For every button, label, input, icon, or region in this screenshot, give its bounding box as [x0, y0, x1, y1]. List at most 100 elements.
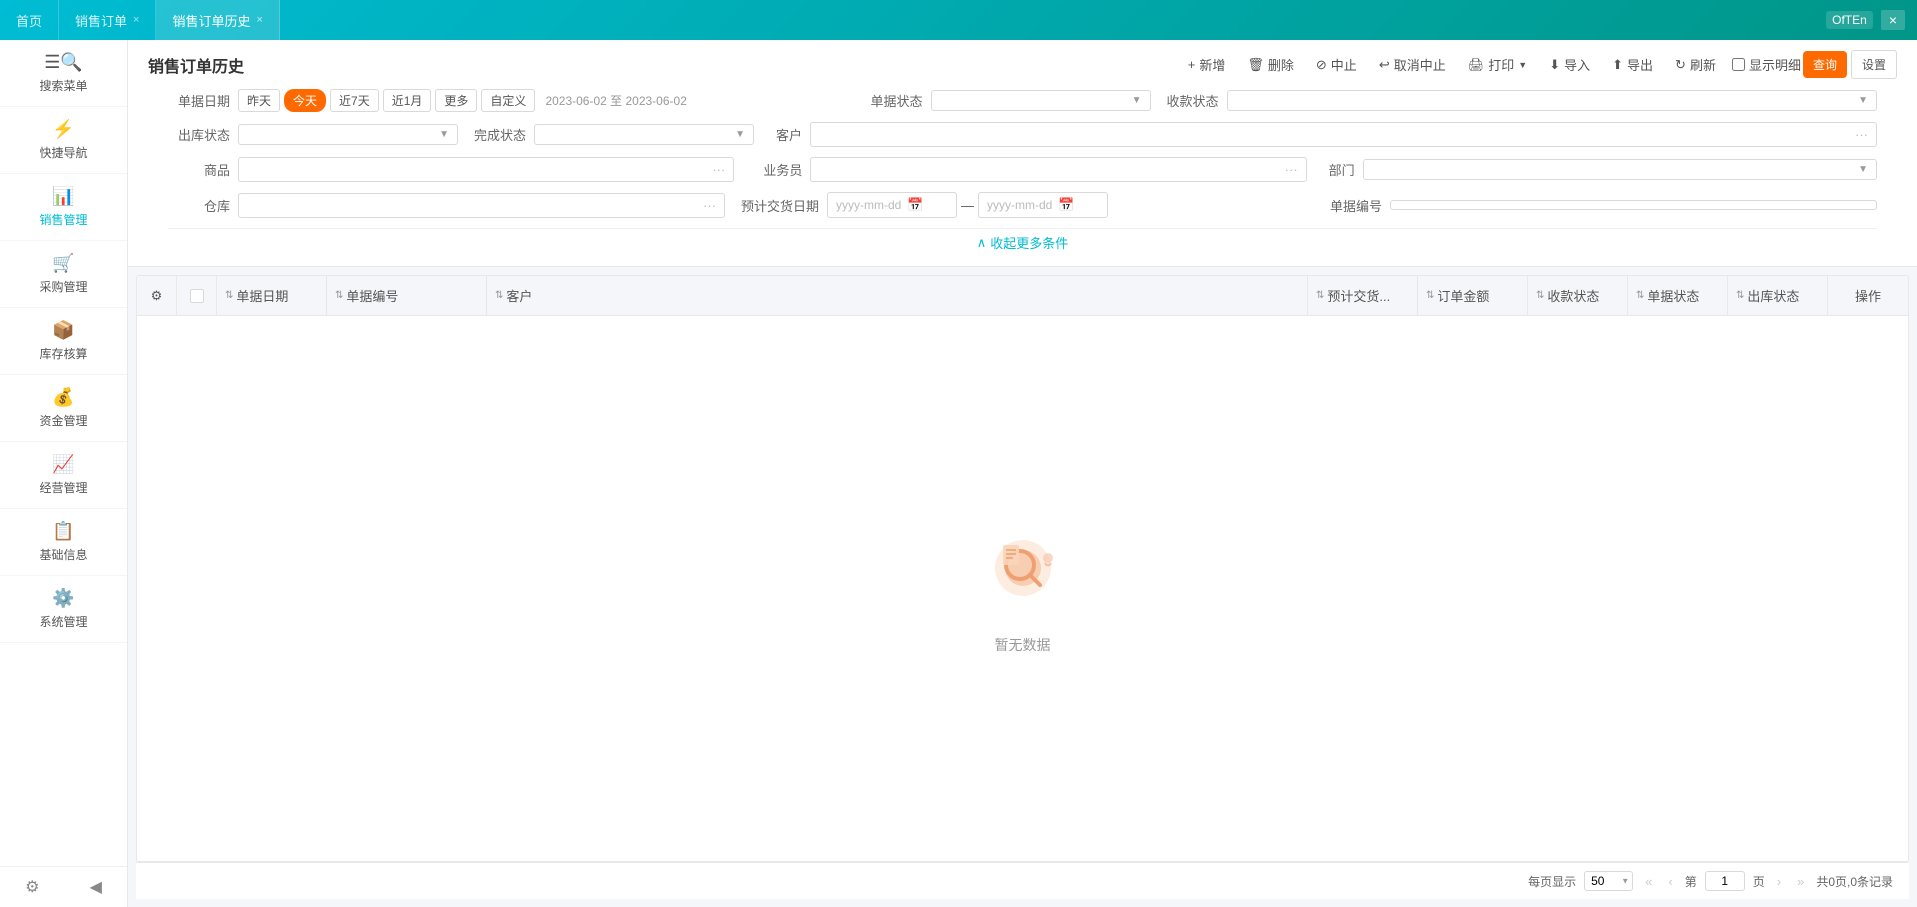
cancel-stop-button[interactable]: ↩ 取消中止	[1369, 50, 1456, 79]
th-num-label: 单据编号	[346, 286, 398, 305]
th-amount-sort-icon: ⇅	[1426, 290, 1434, 301]
th-order-status[interactable]: ⇅ 单据状态	[1628, 276, 1728, 315]
filter-row-4: 仓库 ··· 预计交货日期 yyyy-mm-dd 📅 —	[168, 192, 1877, 218]
system-icon: ⚙️	[52, 588, 74, 609]
tab-sales-order-history[interactable]: 销售订单历史 ×	[156, 0, 279, 40]
th-order-status-sort-icon: ⇅	[1636, 290, 1644, 301]
th-customer-label: 客户	[506, 286, 532, 305]
date-label: 单据日期	[168, 91, 238, 110]
sidebar-item-quicknav[interactable]: ⚡ 快捷导航	[0, 107, 127, 174]
delivery-date-end[interactable]: yyyy-mm-dd 📅	[978, 192, 1108, 218]
tab-sales-order-history-close[interactable]: ×	[256, 14, 262, 26]
page-label: 第	[1685, 873, 1697, 890]
th-pay-status-label: 收款状态	[1547, 286, 1599, 305]
date-btn-today[interactable]: 今天	[284, 89, 326, 112]
th-date[interactable]: ⇅ 单据日期	[217, 276, 327, 315]
prev-page-button[interactable]: ‹	[1664, 872, 1676, 891]
order-status-select[interactable]: ▼	[931, 90, 1151, 111]
date-btn-custom[interactable]: 自定义	[481, 89, 535, 112]
delete-button[interactable]: 🗑 删除	[1237, 50, 1304, 79]
date-btn-more[interactable]: 更多	[435, 89, 477, 112]
print-arrow-icon: ▼	[1518, 60, 1527, 70]
sidebar-settings-btn[interactable]: ⚙	[25, 877, 39, 897]
th-out-status[interactable]: ⇅ 出库状态	[1728, 276, 1828, 315]
th-pay-status[interactable]: ⇅ 收款状态	[1528, 276, 1628, 315]
salesperson-input[interactable]: ···	[810, 157, 1306, 182]
date-btn-7days[interactable]: 近7天	[330, 89, 379, 112]
page-input[interactable]	[1705, 871, 1745, 891]
th-action-label: 操作	[1855, 286, 1881, 305]
date-filter-group: 昨天 今天 近7天 近1月 更多 自定义 2023-06-02 至 2023-0…	[238, 89, 687, 112]
date-btn-yesterday[interactable]: 昨天	[238, 89, 280, 112]
pay-status-label: 收款状态	[1167, 91, 1227, 110]
out-status-select[interactable]: ▼	[238, 124, 458, 145]
business-icon: 📈	[52, 454, 74, 475]
warehouse-input[interactable]: ···	[238, 193, 725, 218]
top-bar: 首页 销售订单 × 销售订单历史 × OfTEn ×	[0, 0, 1917, 40]
import-button[interactable]: ⬇ 导入	[1539, 50, 1600, 79]
goods-filter-item: ···	[238, 157, 734, 182]
tab-sales-order[interactable]: 销售订单 ×	[59, 0, 156, 40]
query-button[interactable]: 查询	[1803, 51, 1847, 78]
sidebar-item-sales[interactable]: 📊 销售管理	[0, 174, 127, 241]
collapse-row[interactable]: ∧ 收起更多条件	[168, 228, 1877, 256]
th-delivery[interactable]: ⇅ 预计交货...	[1308, 276, 1418, 315]
delivery-date-range: yyyy-mm-dd 📅 — yyyy-mm-dd 📅	[827, 192, 1314, 218]
display-toggle-checkbox[interactable]	[1732, 58, 1745, 71]
inventory-icon: 📦	[52, 320, 74, 341]
pay-status-select[interactable]: ▼	[1227, 90, 1877, 111]
last-page-button[interactable]: »	[1793, 872, 1808, 891]
next-page-button[interactable]: ›	[1773, 872, 1785, 891]
page-unit: 页	[1753, 873, 1765, 890]
th-customer[interactable]: ⇅ 客户	[487, 276, 1308, 315]
tab-sales-order-close[interactable]: ×	[133, 14, 139, 26]
sidebar-item-system[interactable]: ⚙️ 系统管理	[0, 576, 127, 643]
page-size-select[interactable]: 10 20 50 100	[1584, 871, 1633, 891]
empty-illustration	[973, 523, 1073, 623]
order-num-input[interactable]	[1390, 200, 1877, 210]
delivery-date-start[interactable]: yyyy-mm-dd 📅	[827, 192, 957, 218]
th-date-label: 单据日期	[236, 286, 288, 305]
warehouse-filter-item: ···	[238, 193, 725, 218]
sidebar-bottom: ⚙ ◀	[0, 866, 127, 907]
dept-select[interactable]: ▼	[1363, 159, 1877, 180]
collapse-text: 收起更多条件	[990, 233, 1068, 252]
warehouse-label: 仓库	[168, 196, 238, 215]
stop-button[interactable]: ⊘ 中止	[1306, 50, 1367, 79]
th-customer-sort-icon: ⇅	[495, 290, 503, 301]
tab-home-label: 首页	[16, 11, 42, 30]
refresh-button[interactable]: ↻ 刷新	[1665, 50, 1726, 79]
th-pay-status-sort-icon: ⇅	[1536, 290, 1544, 301]
purchase-icon: 🛒	[52, 253, 74, 274]
sidebar-item-business[interactable]: 📈 经营管理	[0, 442, 127, 509]
tab-home[interactable]: 首页	[0, 0, 59, 40]
sales-icon: 📊	[52, 186, 74, 207]
sidebar-item-search[interactable]: ☰🔍 搜索菜单	[0, 40, 127, 107]
complete-status-select[interactable]: ▼	[534, 124, 754, 145]
setting-button[interactable]: 设置	[1851, 50, 1897, 79]
sidebar-item-base-info[interactable]: 📋 基础信息	[0, 509, 127, 576]
sidebar-item-finance[interactable]: 💰 资金管理	[0, 375, 127, 442]
sidebar-item-inventory[interactable]: 📦 库存核算	[0, 308, 127, 375]
first-page-button[interactable]: «	[1641, 872, 1656, 891]
sidebar-item-purchase[interactable]: 🛒 采购管理	[0, 241, 127, 308]
export-button[interactable]: ⬆ 导出	[1602, 50, 1663, 79]
display-toggle[interactable]: 显示明细	[1732, 55, 1801, 74]
sidebar-collapse-btn[interactable]: ◀	[90, 877, 102, 897]
salesperson-filter-item: ···	[810, 157, 1306, 182]
goods-input[interactable]: ···	[238, 157, 734, 182]
export-icon: ⬆	[1612, 57, 1623, 73]
date-btn-1month[interactable]: 近1月	[383, 89, 432, 112]
print-button[interactable]: 🖨 打印 ▼	[1458, 50, 1537, 79]
print-icon: 🖨	[1468, 57, 1485, 73]
header-checkbox[interactable]	[190, 289, 204, 303]
th-check[interactable]	[177, 276, 217, 315]
th-gear[interactable]: ⚙	[137, 276, 177, 315]
window-close-button[interactable]: ×	[1881, 10, 1905, 30]
add-button[interactable]: + 新增	[1178, 50, 1236, 79]
customer-input[interactable]: ···	[810, 122, 1877, 147]
complete-status-label: 完成状态	[474, 125, 534, 144]
th-amount[interactable]: ⇅ 订单金额	[1418, 276, 1528, 315]
th-num[interactable]: ⇅ 单据编号	[327, 276, 487, 315]
often-label: OfTEn	[1826, 11, 1873, 29]
